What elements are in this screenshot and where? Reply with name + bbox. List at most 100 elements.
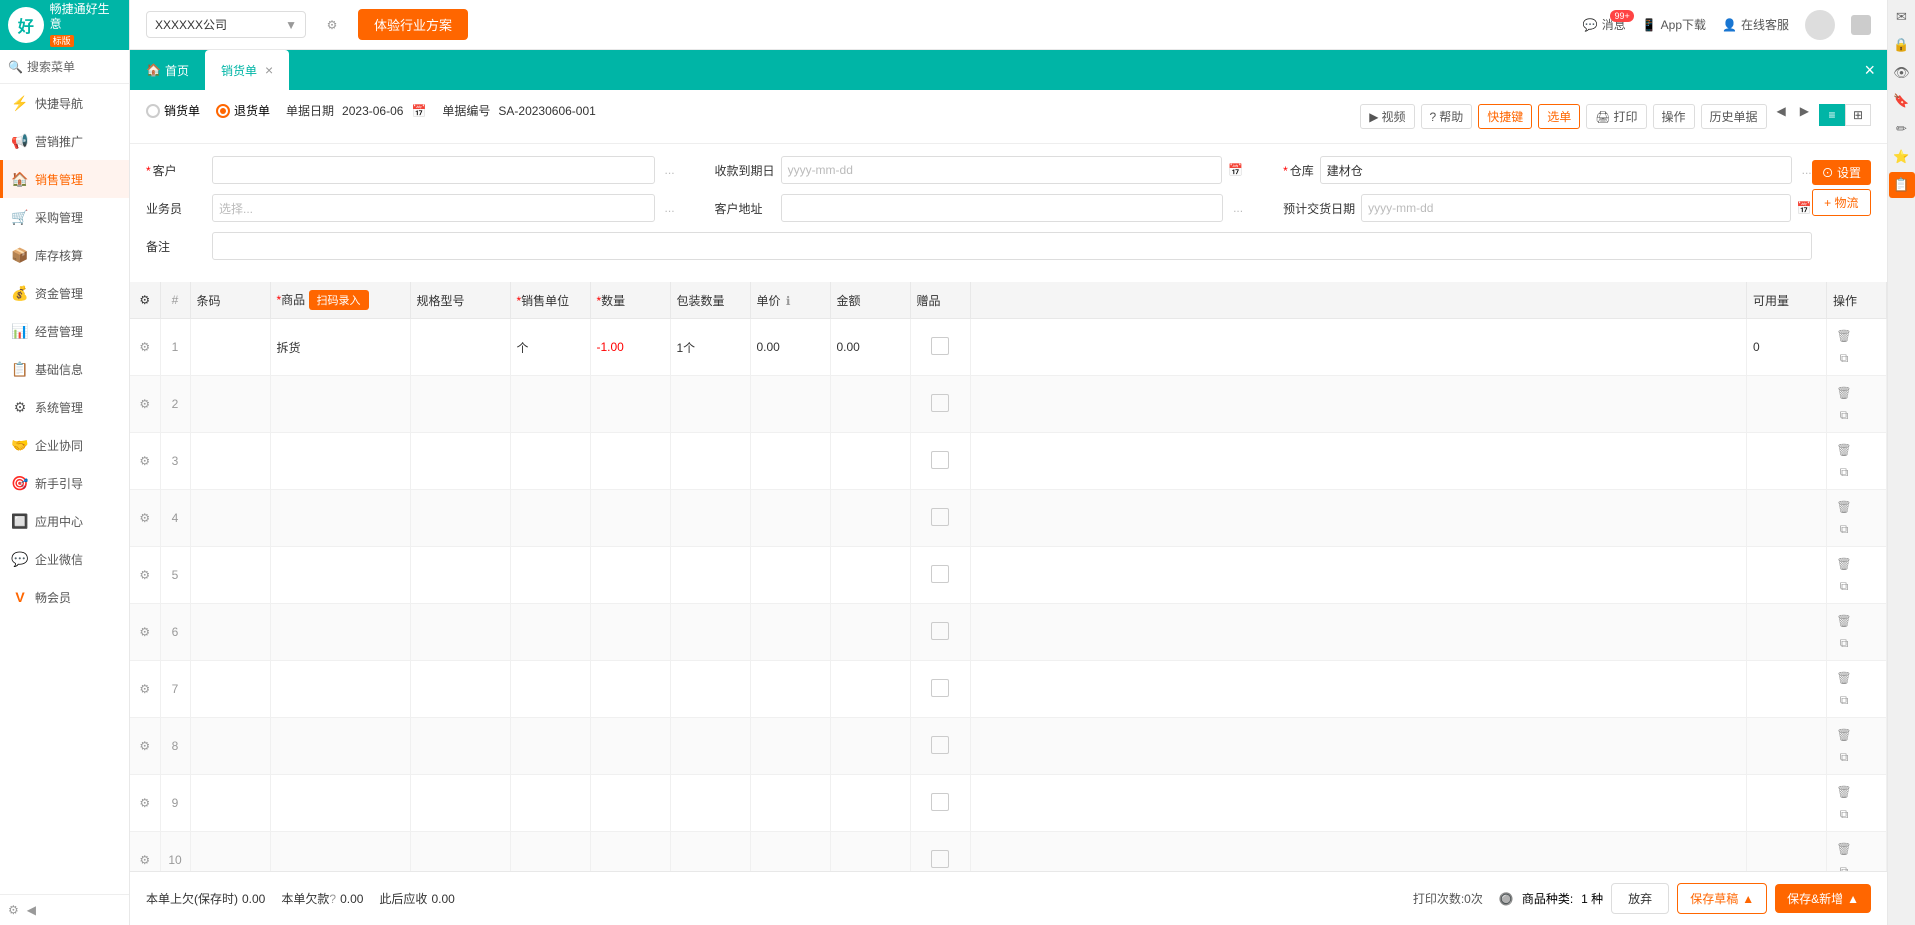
save-new-button[interactable]: 保存&新增 ▲ (1775, 884, 1871, 913)
row-pkgqty-4[interactable] (670, 490, 750, 547)
row-price-1[interactable]: 0.00 (750, 319, 830, 376)
row-gift-7[interactable] (910, 661, 970, 718)
row-price-4[interactable] (750, 490, 830, 547)
delete-icon-6[interactable]: 🗑 (1833, 610, 1855, 632)
sidebar-item-app-center[interactable]: 🔲 应用中心 (0, 502, 129, 540)
col-gear[interactable]: ⚙ (130, 282, 160, 319)
row-price-5[interactable] (750, 547, 830, 604)
list-view-btn[interactable]: ≡ (1819, 104, 1845, 126)
row-amount-4[interactable] (830, 490, 910, 547)
row-qty-5[interactable] (590, 547, 670, 604)
save-draft-button[interactable]: 保存草稿 ▲ (1677, 883, 1767, 914)
row-amount-8[interactable] (830, 718, 910, 775)
print-btn[interactable]: 🖨 打印 (1586, 104, 1646, 129)
tool-edit-icon[interactable]: ✏ (1889, 116, 1915, 142)
row-product-8[interactable] (270, 718, 410, 775)
row-spec-3[interactable] (410, 433, 510, 490)
row-pkgqty-6[interactable] (670, 604, 750, 661)
row-product-4[interactable] (270, 490, 410, 547)
settings-icon[interactable]: ⚙ (8, 903, 19, 917)
row-qty-9[interactable] (590, 775, 670, 832)
row-pkgqty-8[interactable] (670, 718, 750, 775)
row-qty-7[interactable] (590, 661, 670, 718)
row-qty-2[interactable] (590, 376, 670, 433)
row-barcode-8[interactable] (190, 718, 270, 775)
row-unit-5[interactable] (510, 547, 590, 604)
row-product-5[interactable] (270, 547, 410, 604)
row-barcode-4[interactable] (190, 490, 270, 547)
sidebar-item-wechat[interactable]: 💬 企业微信 (0, 540, 129, 578)
row-pkgqty-9[interactable] (670, 775, 750, 832)
row-barcode-2[interactable] (190, 376, 270, 433)
row-amount-6[interactable] (830, 604, 910, 661)
row-gift-9[interactable] (910, 775, 970, 832)
row-barcode-9[interactable] (190, 775, 270, 832)
row-unit-6[interactable] (510, 604, 590, 661)
sidebar-item-inventory[interactable]: 📦 库存核算 (0, 236, 129, 274)
address-dots[interactable]: ... (1233, 201, 1243, 215)
warehouse-input[interactable]: 建材仓 (1320, 156, 1792, 184)
copy-icon-10[interactable]: ⧉ (1833, 860, 1855, 871)
row-price-6[interactable] (750, 604, 830, 661)
search-menu[interactable]: 🔍 搜索菜单 (0, 50, 129, 84)
app-download-button[interactable]: 📱 App下载 (1642, 16, 1706, 33)
sidebar-item-enterprise[interactable]: 🤝 企业协同 (0, 426, 129, 464)
row-barcode-10[interactable] (190, 832, 270, 872)
delete-icon-3[interactable]: 🗑 (1833, 439, 1855, 461)
history-btn[interactable]: 历史单据 (1701, 104, 1767, 129)
row-product-1[interactable]: 拆货 (270, 319, 410, 376)
radio-sales[interactable]: 销货单 (146, 102, 200, 119)
row-gear-10[interactable]: ⚙ (130, 832, 160, 872)
row-product-6[interactable] (270, 604, 410, 661)
video-btn[interactable]: ▶ 视频 (1360, 104, 1414, 129)
row-gift-10[interactable] (910, 832, 970, 872)
calendar-icon-expected[interactable]: 📅 (1797, 201, 1812, 215)
row-gear-9[interactable]: ⚙ (130, 775, 160, 832)
delete-icon-8[interactable]: 🗑 (1833, 724, 1855, 746)
sidebar-item-finance[interactable]: 💰 资金管理 (0, 274, 129, 312)
nav-next-icon[interactable]: ▶ (1796, 104, 1813, 129)
row-gift-2[interactable] (910, 376, 970, 433)
tab-close-icon[interactable]: × (265, 62, 273, 78)
row-spec-2[interactable] (410, 376, 510, 433)
row-price-9[interactable] (750, 775, 830, 832)
row-spec-6[interactable] (410, 604, 510, 661)
close-window-icon[interactable]: × (1864, 60, 1875, 81)
warehouse-dots[interactable]: ... (1802, 163, 1812, 177)
company-select[interactable]: XXXXXX公司 ▼ (146, 11, 306, 38)
row-unit-3[interactable] (510, 433, 590, 490)
row-barcode-5[interactable] (190, 547, 270, 604)
tool-mail-icon[interactable]: ✉ (1889, 4, 1915, 30)
row-amount-10[interactable] (830, 832, 910, 872)
tool-orange-icon[interactable]: 📋 (1889, 172, 1915, 198)
help-btn[interactable]: ? 帮助 (1421, 104, 1473, 129)
row-pkgqty-5[interactable] (670, 547, 750, 604)
row-qty-8[interactable] (590, 718, 670, 775)
row-pkgqty-7[interactable] (670, 661, 750, 718)
shortcut-btn[interactable]: 快捷键 (1478, 104, 1532, 129)
row-barcode-3[interactable] (190, 433, 270, 490)
row-gear-6[interactable]: ⚙ (130, 604, 160, 661)
operate-btn[interactable]: 操作 (1653, 104, 1695, 129)
grid-view-btn[interactable]: ⊞ (1845, 104, 1871, 126)
salesperson-input[interactable]: 选择... (212, 194, 655, 222)
row-barcode-6[interactable] (190, 604, 270, 661)
customer-input[interactable] (212, 156, 655, 184)
row-gear-4[interactable]: ⚙ (130, 490, 160, 547)
tab-sales-order[interactable]: 销货单 × (205, 50, 289, 90)
row-product-10[interactable] (270, 832, 410, 872)
row-unit-8[interactable] (510, 718, 590, 775)
delete-icon-2[interactable]: 🗑 (1833, 382, 1855, 404)
row-product-2[interactable] (270, 376, 410, 433)
sidebar-item-purchase[interactable]: 🛒 采购管理 (0, 198, 129, 236)
row-gift-8[interactable] (910, 718, 970, 775)
calendar-icon[interactable]: 📅 (411, 104, 426, 118)
row-amount-2[interactable] (830, 376, 910, 433)
row-amount-7[interactable] (830, 661, 910, 718)
row-price-3[interactable] (750, 433, 830, 490)
row-gear-3[interactable]: ⚙ (130, 433, 160, 490)
sidebar-item-sales[interactable]: 🏠 销售管理 (0, 160, 129, 198)
row-qty-3[interactable] (590, 433, 670, 490)
row-unit-2[interactable] (510, 376, 590, 433)
row-gear-7[interactable]: ⚙ (130, 661, 160, 718)
